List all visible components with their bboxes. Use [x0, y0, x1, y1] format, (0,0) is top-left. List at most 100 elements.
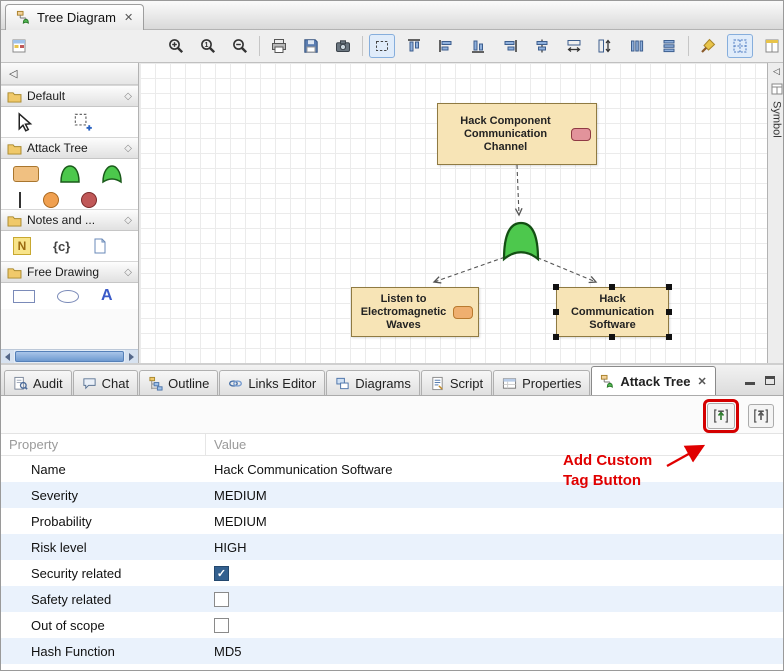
annotation-highlight-ring: [703, 399, 739, 433]
table-row[interactable]: Hash Function MD5: [1, 638, 784, 664]
close-icon[interactable]: ✕: [124, 11, 133, 24]
column-header-value[interactable]: Value: [206, 434, 784, 455]
pin-icon[interactable]: ◇: [124, 267, 132, 278]
tab-links-editor[interactable]: Links Editor: [219, 370, 325, 395]
connector-tool[interactable]: [19, 192, 21, 208]
selection-handle[interactable]: [666, 334, 672, 340]
table-row[interactable]: Name Hack Communication Software: [1, 456, 784, 482]
format-clean-button[interactable]: [695, 34, 721, 58]
green-node-tool[interactable]: [59, 164, 81, 184]
screenshot-button[interactable]: [330, 34, 356, 58]
minimize-icon[interactable]: [745, 382, 755, 385]
table-row[interactable]: Probability MEDIUM: [1, 508, 784, 534]
pin-icon[interactable]: ◇: [124, 215, 132, 226]
distribute-vertical-button[interactable]: [656, 34, 682, 58]
add-tag-button[interactable]: [748, 404, 774, 428]
selection-handle[interactable]: [609, 334, 615, 340]
tab-tree-diagram[interactable]: Tree Diagram ✕: [5, 4, 144, 30]
column-header-property[interactable]: Property: [1, 434, 206, 455]
print-button[interactable]: [266, 34, 292, 58]
selection-handle[interactable]: [553, 309, 559, 315]
selection-handle[interactable]: [666, 309, 672, 315]
property-value[interactable]: MD5: [206, 638, 784, 664]
palette-section-attack-tree[interactable]: Attack Tree ◇: [1, 137, 138, 159]
align-left-button[interactable]: [433, 34, 459, 58]
table-row[interactable]: Safety related: [1, 586, 784, 612]
property-value[interactable]: Hack Communication Software: [206, 456, 784, 482]
palette-scrollbar[interactable]: [1, 349, 138, 363]
checkbox-checked[interactable]: ✓: [214, 566, 229, 581]
zoom-in-button[interactable]: [164, 34, 190, 58]
palette-collapse-bar[interactable]: ◁: [1, 63, 138, 85]
pin-icon[interactable]: ◇: [124, 143, 132, 154]
tab-script[interactable]: Script: [421, 370, 492, 395]
property-value[interactable]: HIGH: [206, 534, 784, 560]
scrollbar-thumb[interactable]: [15, 351, 124, 362]
align-center-button[interactable]: [529, 34, 555, 58]
add-custom-tag-button[interactable]: [707, 403, 735, 429]
align-top-button[interactable]: [401, 34, 427, 58]
tab-outline[interactable]: Outline: [139, 370, 218, 395]
view-menu-button[interactable]: [6, 34, 32, 58]
selection-handle[interactable]: [553, 334, 559, 340]
table-row[interactable]: Out of scope: [1, 612, 784, 638]
marquee-add-icon[interactable]: [73, 112, 93, 132]
align-bottom-button[interactable]: [465, 34, 491, 58]
zoom-out-button[interactable]: [227, 34, 253, 58]
tab-audit[interactable]: Audit: [4, 370, 72, 395]
palette-section-default[interactable]: Default ◇: [1, 85, 138, 107]
property-value[interactable]: MEDIUM: [206, 482, 784, 508]
scroll-left-icon[interactable]: [1, 350, 14, 363]
maximize-icon[interactable]: [765, 376, 775, 385]
constraint-tool[interactable]: {c}: [53, 239, 70, 254]
table-row[interactable]: Risk level HIGH: [1, 534, 784, 560]
text-tool[interactable]: A: [101, 288, 113, 304]
select-cursor-icon[interactable]: [13, 112, 33, 132]
scroll-right-icon[interactable]: [125, 350, 138, 363]
or-gate[interactable]: [501, 219, 541, 263]
node-root[interactable]: Hack Component Communication Channel: [437, 103, 597, 165]
checkbox-unchecked[interactable]: [214, 592, 229, 607]
rectangle-tool[interactable]: [13, 290, 35, 303]
ellipse-tool[interactable]: [57, 290, 79, 303]
diagram-canvas[interactable]: Hack Component Communication Channel Lis…: [140, 63, 767, 363]
property-label: Safety related: [1, 586, 206, 612]
tab-properties[interactable]: Properties: [493, 370, 590, 395]
red-node-tool[interactable]: [81, 192, 97, 208]
table-row[interactable]: Severity MEDIUM: [1, 482, 784, 508]
table-row[interactable]: Security related ✓: [1, 560, 784, 586]
symbol-palette-icon[interactable]: [771, 83, 783, 95]
note-tool[interactable]: N: [13, 237, 31, 255]
align-right-button[interactable]: [497, 34, 523, 58]
grid-toggle-button[interactable]: [727, 34, 753, 58]
selection-handle[interactable]: [666, 284, 672, 290]
close-icon[interactable]: ✕: [697, 375, 706, 388]
node-left[interactable]: Listen to Electromagnetic Waves: [351, 287, 479, 337]
property-value[interactable]: MEDIUM: [206, 508, 784, 534]
save-icon: [303, 38, 319, 54]
palette-section-notes[interactable]: Notes and ... ◇: [1, 209, 138, 231]
collapse-left-icon[interactable]: ◁: [9, 67, 17, 80]
document-tool[interactable]: [92, 236, 108, 256]
zoom-original-button[interactable]: 1: [195, 34, 221, 58]
orange-node-tool[interactable]: [43, 192, 59, 208]
gate-tool[interactable]: [101, 164, 123, 184]
marquee-select-button[interactable]: [369, 34, 395, 58]
tab-chat[interactable]: Chat: [73, 370, 138, 395]
match-width-button[interactable]: [561, 34, 587, 58]
distribute-horizontal-button[interactable]: [624, 34, 650, 58]
tab-diagrams[interactable]: Diagrams: [326, 370, 420, 395]
attack-node-tool[interactable]: [13, 166, 39, 182]
selection-handle[interactable]: [553, 284, 559, 290]
save-button[interactable]: [298, 34, 324, 58]
node-right-selected[interactable]: Hack Communication Software: [556, 287, 669, 337]
match-height-button[interactable]: [593, 34, 619, 58]
tab-attack-tree[interactable]: Attack Tree ✕: [591, 366, 715, 395]
palette-section-free-drawing[interactable]: Free Drawing ◇: [1, 261, 138, 283]
palette-view-button[interactable]: [759, 34, 784, 58]
symbol-panel-label[interactable]: Symbol: [771, 101, 783, 138]
selection-handle[interactable]: [609, 284, 615, 290]
checkbox-unchecked[interactable]: [214, 618, 229, 633]
pin-icon[interactable]: ◇: [124, 91, 132, 102]
expand-left-icon[interactable]: ◁: [773, 66, 780, 77]
